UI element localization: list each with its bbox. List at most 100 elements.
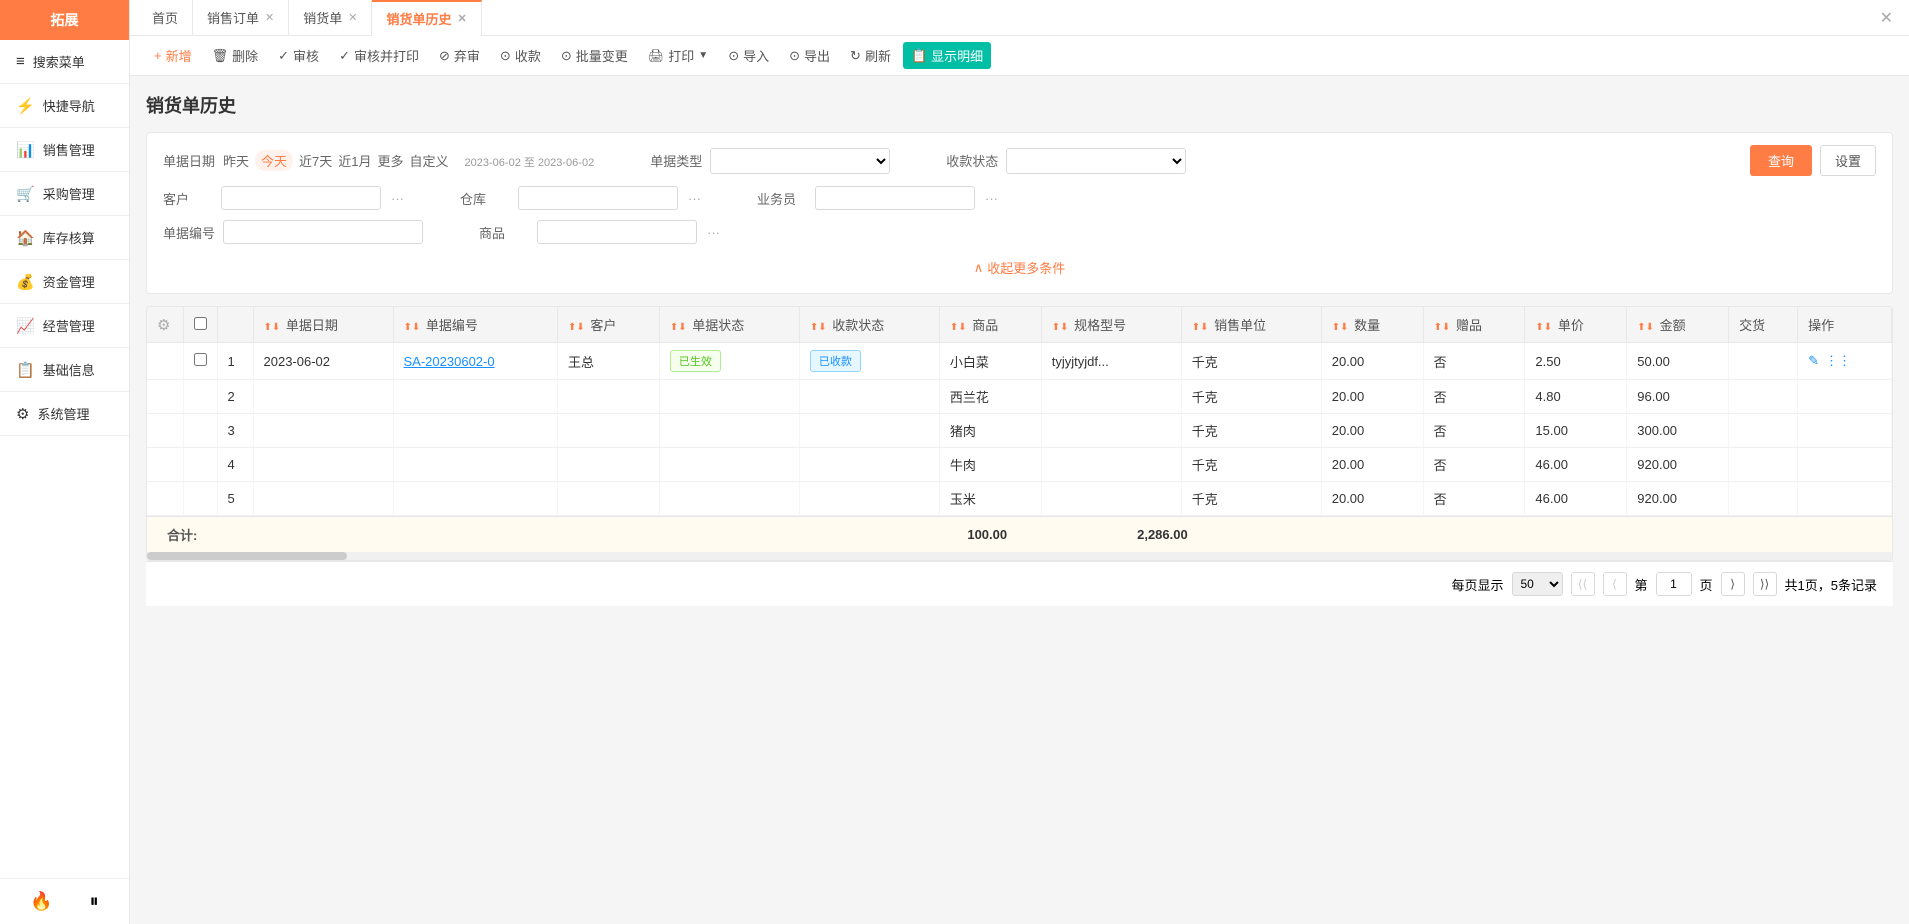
sidebar-item-purchase-mgmt[interactable]: 🛒 采购管理 — [0, 172, 129, 216]
collapse-button[interactable]: ∧ 收起更多条件 — [163, 254, 1876, 281]
select-all-checkbox[interactable] — [194, 317, 207, 330]
audit-button[interactable]: ✓ 审核 — [270, 42, 327, 69]
td-operation[interactable] — [1798, 414, 1892, 448]
td-doc-number[interactable] — [393, 482, 557, 516]
per-page-select[interactable]: 50 10 20 100 — [1512, 572, 1563, 596]
import-button[interactable]: ⊙ 导入 — [720, 42, 777, 69]
tab-sales-goods[interactable]: 销货单 ✕ — [289, 0, 372, 36]
sidebar-pause-icon[interactable]: ⏸ — [90, 891, 99, 912]
sidebar-item-label: 资金管理 — [43, 272, 95, 291]
audit-print-button[interactable]: ✓ 审核并打印 — [331, 42, 427, 69]
th-operation: 操作 — [1798, 307, 1892, 343]
sidebar-item-sys-mgmt[interactable]: ⚙ 系统管理 — [0, 392, 129, 436]
edit-icon[interactable]: ✎ — [1808, 353, 1819, 369]
tab-sales-history[interactable]: 销货单历史 ✕ — [372, 0, 481, 36]
collect-button[interactable]: ⊙ 收款 — [492, 42, 549, 69]
warehouse-dots[interactable]: ··· — [688, 191, 701, 206]
th-customer[interactable]: ⬆⬇ 客户 — [557, 307, 659, 343]
page-number-input[interactable] — [1656, 572, 1692, 596]
th-settings[interactable]: ⚙ — [147, 307, 183, 343]
salesperson-dots[interactable]: ··· — [985, 191, 998, 206]
th-qty[interactable]: ⬆⬇ 数量 — [1321, 307, 1423, 343]
td-checkbox[interactable] — [183, 482, 217, 516]
sidebar-item-sales-mgmt[interactable]: 📊 销售管理 — [0, 128, 129, 172]
td-checkbox[interactable] — [183, 343, 217, 380]
th-amount[interactable]: ⬆⬇ 金额 — [1627, 307, 1729, 343]
customer-input[interactable] — [221, 186, 381, 210]
last-page-button[interactable]: ⟩⟩ — [1753, 572, 1777, 596]
sidebar-item-operations[interactable]: 📈 经营管理 — [0, 304, 129, 348]
scroll-thumb[interactable] — [147, 552, 347, 560]
th-gift[interactable]: ⬆⬇ 赠品 — [1423, 307, 1525, 343]
td-operation[interactable] — [1798, 380, 1892, 414]
row-checkbox[interactable] — [194, 353, 207, 366]
collect-status-select[interactable] — [1006, 148, 1186, 174]
th-collect-status[interactable]: ⬆⬇ 收款状态 — [799, 307, 939, 343]
delete-button[interactable]: 🗑 删除 — [204, 42, 267, 69]
td-checkbox[interactable] — [183, 448, 217, 482]
setting-button[interactable]: 设置 — [1820, 145, 1876, 176]
new-button[interactable]: + 新增 — [146, 42, 200, 69]
sales-icon: 📊 — [16, 141, 35, 159]
th-unit-price[interactable]: ⬆⬇ 单价 — [1525, 307, 1627, 343]
th-doc-date[interactable]: ⬆⬇ 单据日期 — [253, 307, 393, 343]
date-yesterday[interactable]: 昨天 — [223, 151, 249, 170]
more-icon[interactable]: ⋮⋮ — [1825, 353, 1851, 369]
doc-number-input[interactable] — [223, 220, 423, 244]
date-today[interactable]: 今天 — [255, 150, 293, 171]
next-page-button[interactable]: ⟩ — [1721, 572, 1745, 596]
td-unit-price: 2.50 — [1525, 343, 1627, 380]
show-detail-button[interactable]: 📋 显示明细 — [903, 42, 991, 69]
td-operation[interactable] — [1798, 482, 1892, 516]
settings-gear-icon[interactable]: ⚙ — [157, 317, 170, 334]
doc-number-link[interactable]: SA-20230602-0 — [404, 354, 495, 369]
discard-button[interactable]: ⊘ 弃审 — [431, 42, 488, 69]
td-operation[interactable] — [1798, 448, 1892, 482]
warehouse-input[interactable] — [518, 186, 678, 210]
tab-sales-goods-close[interactable]: ✕ — [348, 11, 357, 24]
query-button[interactable]: 查询 — [1750, 145, 1812, 176]
th-doc-status[interactable]: ⬆⬇ 单据状态 — [659, 307, 799, 343]
th-checkbox[interactable] — [183, 307, 217, 343]
refresh-button[interactable]: ↻ 刷新 — [842, 42, 899, 69]
sidebar-item-finance[interactable]: 💰 资金管理 — [0, 260, 129, 304]
tab-sales-order[interactable]: 销售订单 ✕ — [193, 0, 289, 36]
salesperson-input[interactable] — [815, 186, 975, 210]
batch-change-button[interactable]: ⊙ 批量变更 — [553, 42, 636, 69]
date-7days[interactable]: 近7天 — [299, 151, 332, 170]
sidebar-item-search-menu[interactable]: ≡ 搜索菜单 — [0, 40, 129, 84]
doc-type-select[interactable] — [710, 148, 890, 174]
sidebar-fire-icon[interactable]: 🔥 — [30, 891, 52, 912]
td-checkbox[interactable] — [183, 380, 217, 414]
print-button[interactable]: 🖨 打印 ▼ — [640, 42, 716, 69]
doc-type-label: 单据类型 — [650, 151, 702, 170]
td-doc-number[interactable] — [393, 414, 557, 448]
customer-dots[interactable]: ··· — [391, 191, 404, 206]
sidebar-item-quick-nav[interactable]: ⚡ 快捷导航 — [0, 84, 129, 128]
th-goods[interactable]: ⬆⬇ 商品 — [939, 307, 1041, 343]
th-unit[interactable]: ⬆⬇ 销售单位 — [1181, 307, 1321, 343]
first-page-button[interactable]: ⟨⟨ — [1571, 572, 1595, 596]
scroll-indicator[interactable] — [147, 552, 1892, 560]
goods-input[interactable] — [537, 220, 697, 244]
date-custom[interactable]: 自定义 — [410, 151, 449, 170]
tab-sales-history-close[interactable]: ✕ — [458, 12, 467, 25]
export-button[interactable]: ⊙ 导出 — [781, 42, 838, 69]
prev-page-button[interactable]: ⟨ — [1603, 572, 1627, 596]
th-spec[interactable]: ⬆⬇ 规格型号 — [1041, 307, 1181, 343]
import-icon: ⊙ — [728, 48, 739, 64]
goods-dots[interactable]: ··· — [707, 225, 720, 240]
sidebar-item-base-info[interactable]: 📋 基础信息 — [0, 348, 129, 392]
tab-home[interactable]: 首页 — [138, 0, 193, 36]
td-doc-number[interactable] — [393, 448, 557, 482]
td-doc-number[interactable] — [393, 380, 557, 414]
td-operation[interactable]: ✎ ⋮⋮ — [1798, 343, 1892, 380]
td-checkbox[interactable] — [183, 414, 217, 448]
date-1month[interactable]: 近1月 — [338, 151, 371, 170]
close-all-tabs[interactable]: ✕ — [1872, 8, 1901, 28]
td-doc-number[interactable]: SA-20230602-0 — [393, 343, 557, 380]
sidebar-item-inventory[interactable]: 🏠 库存核算 — [0, 216, 129, 260]
th-doc-number[interactable]: ⬆⬇ 单据编号 — [393, 307, 557, 343]
date-more[interactable]: 更多 — [378, 151, 404, 170]
tab-sales-order-close[interactable]: ✕ — [265, 11, 274, 24]
